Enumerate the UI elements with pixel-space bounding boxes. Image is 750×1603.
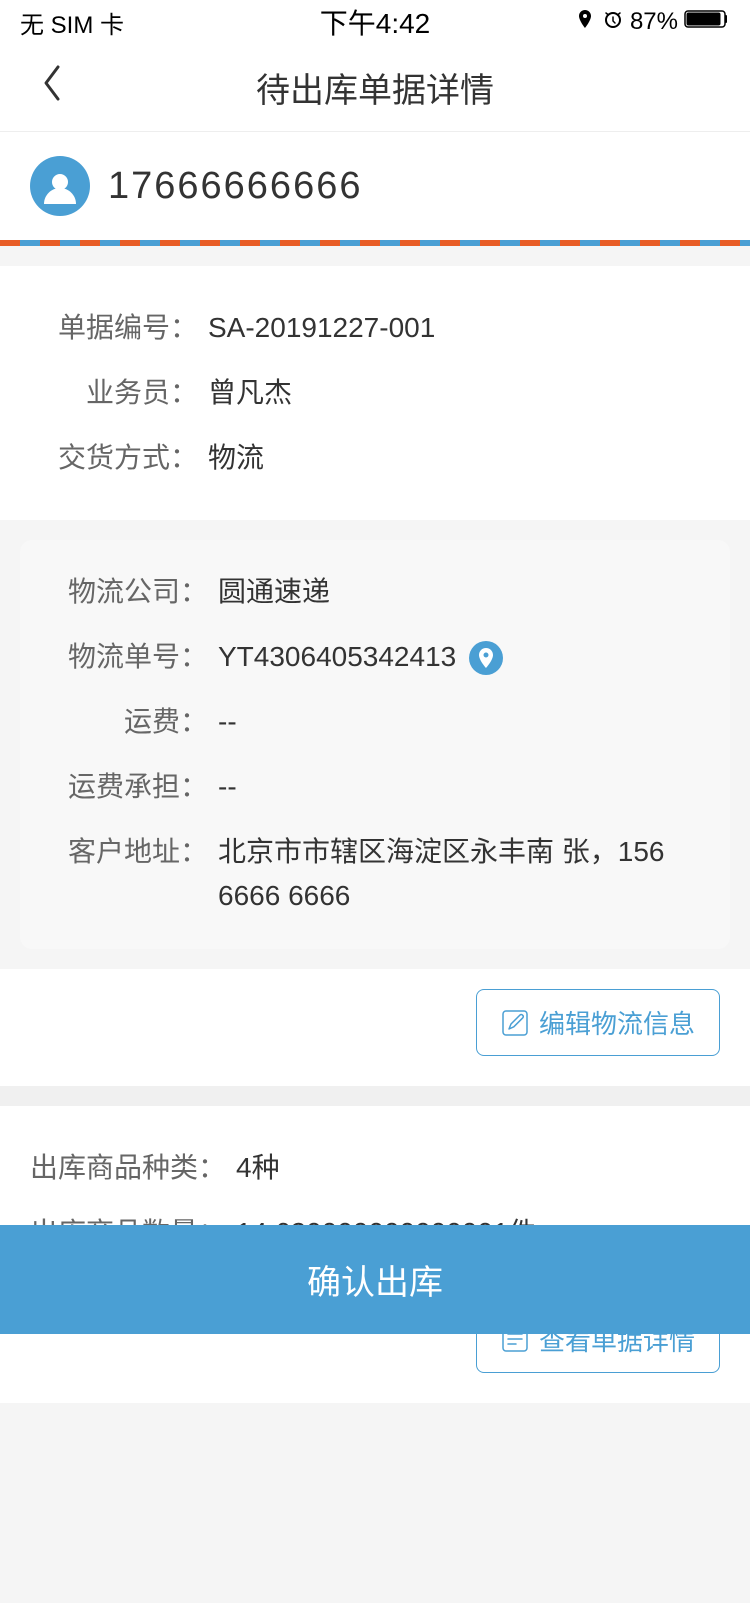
tracking-no-row: 物流单号： YT43064053424​13	[40, 625, 710, 690]
edit-logistics-button[interactable]: 编辑物流信息	[476, 989, 720, 1056]
alarm-icon	[602, 8, 624, 37]
delivery-method-row: 交货方式： 物流	[30, 426, 720, 491]
location-pin-icon[interactable]	[468, 640, 504, 676]
delivery-method-value: 物流	[198, 436, 720, 481]
goods-type-value: 4种	[226, 1146, 720, 1191]
tracking-no-value: YT43064053424​13	[208, 635, 710, 680]
back-button[interactable]	[30, 53, 74, 122]
freight-value: --	[208, 700, 710, 745]
status-bar: 无 SIM 卡 下午4:42 87%	[0, 0, 750, 44]
address-value: 北京市市辖区海淀区永丰南 张，156 6666 6666	[208, 830, 710, 920]
freight-row: 运费： --	[40, 690, 710, 755]
address-label: 客户地址：	[40, 830, 208, 875]
freight-bearer-value: --	[208, 765, 710, 810]
logistics-card: 物流公司： 圆通速递 物流单号： YT43064053424​13 运费： --…	[20, 540, 730, 949]
tracking-no-label: 物流单号：	[40, 635, 208, 680]
page-title: 待出库单据详情	[256, 63, 494, 112]
order-no-row: 单据编号： SA-20191227-001	[30, 296, 720, 361]
battery-icon	[684, 8, 730, 37]
location-status-icon	[574, 8, 596, 37]
order-no-label: 单据编号：	[30, 306, 198, 351]
battery-label: 87%	[630, 8, 678, 36]
confirm-outbound-button[interactable]: 确认出库	[0, 1255, 750, 1304]
order-no-value: SA-20191227-001	[198, 306, 720, 351]
user-header: 17666666666	[0, 132, 750, 240]
logistics-company-label: 物流公司：	[40, 570, 208, 615]
status-right: 87%	[574, 8, 730, 37]
dashed-separator	[0, 240, 750, 246]
status-left: 无 SIM 卡	[20, 5, 132, 40]
confirm-btn-wrap: 确认出库	[0, 1225, 750, 1334]
freight-bearer-row: 运费承担： --	[40, 755, 710, 820]
avatar	[30, 156, 90, 216]
sales-person-value: 曾凡杰	[198, 371, 720, 416]
freight-bearer-label: 运费承担：	[40, 765, 208, 810]
user-phone: 17666666666	[108, 165, 362, 208]
nav-bar: 待出库单据详情	[0, 44, 750, 132]
bottom-spacer	[0, 1403, 750, 1603]
delivery-method-label: 交货方式：	[30, 436, 198, 481]
carrier-label: 无 SIM 卡	[20, 5, 124, 40]
freight-label: 运费：	[40, 700, 208, 745]
sales-person-row: 业务员： 曾凡杰	[30, 361, 720, 426]
address-row: 客户地址： 北京市市辖区海淀区永丰南 张，156 6666 6666	[40, 820, 710, 930]
status-time: 下午4:42	[320, 2, 431, 42]
goods-type-row: 出库商品种类： 4种	[30, 1136, 720, 1201]
logistics-company-row: 物流公司： 圆通速递	[40, 560, 710, 625]
goods-type-label: 出库商品种类：	[30, 1146, 226, 1191]
section-divider	[0, 1086, 750, 1106]
edit-logistics-section: 编辑物流信息	[0, 969, 750, 1086]
logistics-company-value: 圆通速递	[208, 570, 710, 615]
order-info-section: 单据编号： SA-20191227-001 业务员： 曾凡杰 交货方式： 物流	[0, 266, 750, 520]
sales-person-label: 业务员：	[30, 371, 198, 416]
